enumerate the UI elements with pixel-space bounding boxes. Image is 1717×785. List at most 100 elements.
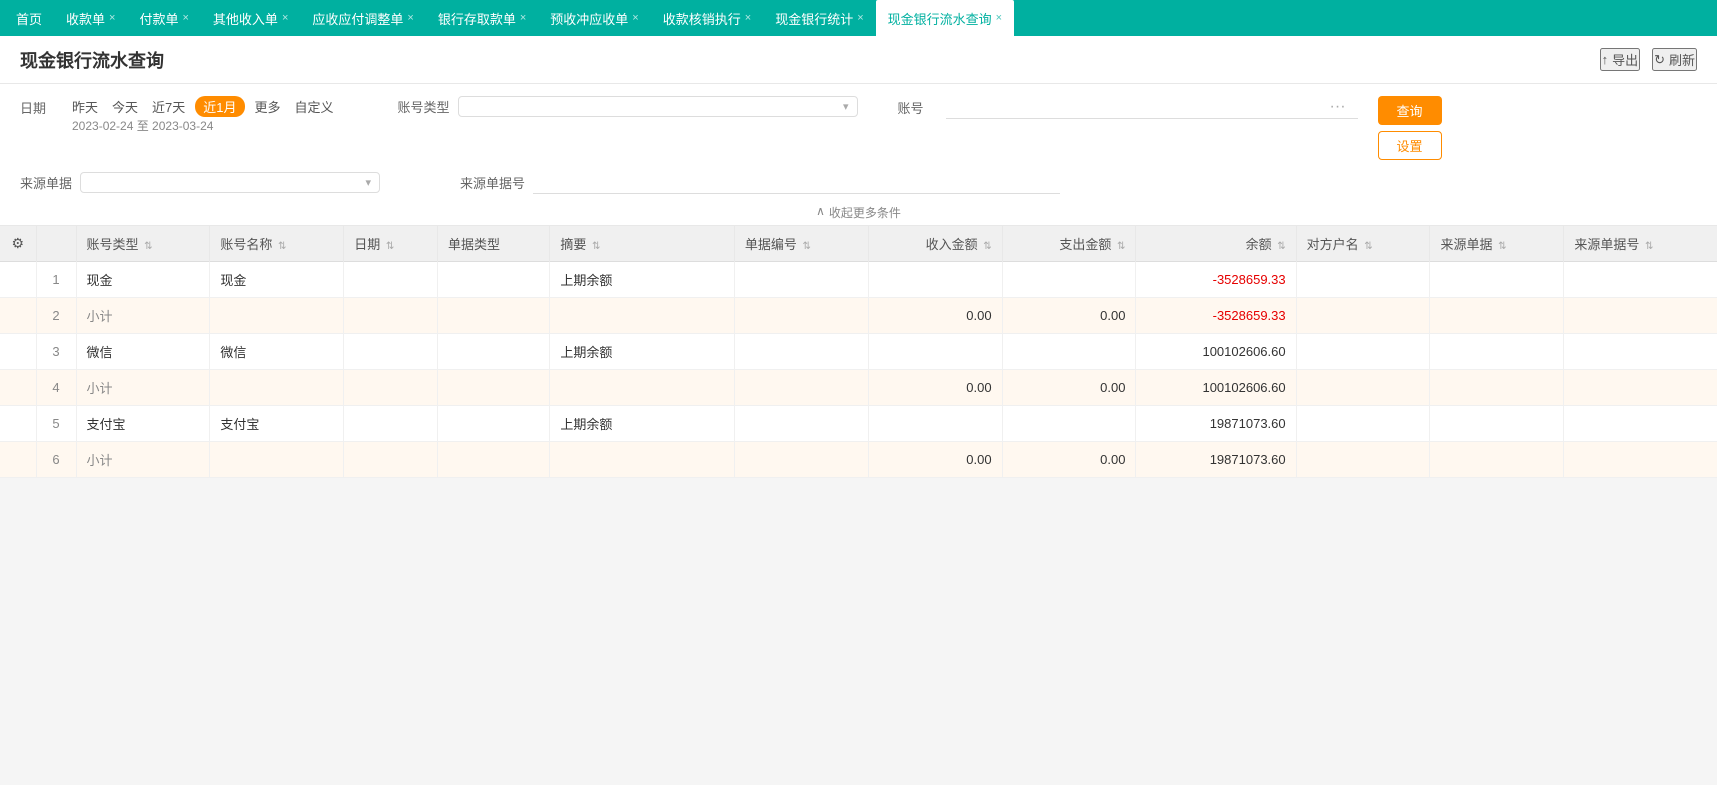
nav-tab-collection-exec-close[interactable]: × bbox=[745, 12, 751, 24]
source-doc-label: 来源单据 bbox=[20, 173, 72, 192]
date-today[interactable]: 今天 bbox=[108, 96, 142, 117]
th-doc-type-label: 单据类型 bbox=[448, 237, 500, 252]
td-index-2: 3 bbox=[36, 334, 76, 370]
table-row[interactable]: 1 现金 现金 上期余额 -3528659.33 bbox=[0, 262, 1717, 298]
th-date-sort-icon[interactable]: ⇅ bbox=[386, 241, 394, 252]
table-row[interactable]: 6 小计 0.00 0.00 19871073.60 bbox=[0, 442, 1717, 478]
td-income-5: 0.00 bbox=[868, 442, 1002, 478]
nav-tab-cash-bank-stat[interactable]: 现金银行统计 × bbox=[763, 0, 875, 36]
nav-tab-home-label: 首页 bbox=[16, 9, 42, 28]
th-source-doc-no: 来源单据号 ⇅ bbox=[1564, 226, 1717, 262]
th-summary-sort-icon[interactable]: ⇅ bbox=[592, 241, 600, 252]
nav-tab-payment[interactable]: 付款单 × bbox=[127, 0, 200, 36]
table-row[interactable]: 3 微信 微信 上期余额 100102606.60 bbox=[0, 334, 1717, 370]
export-button[interactable]: ↑ 导出 bbox=[1600, 48, 1641, 71]
table-header-row: ⚙ 账号类型 ⇅ 账号名称 ⇅ 日期 ⇅ 单据类型 bbox=[0, 226, 1717, 262]
td-date-4 bbox=[344, 406, 438, 442]
account-type-select[interactable]: ▾ bbox=[458, 96, 858, 117]
td-expense-0 bbox=[1002, 262, 1136, 298]
date-yesterday[interactable]: 昨天 bbox=[68, 96, 102, 117]
nav-tab-payment-close[interactable]: × bbox=[182, 12, 188, 24]
td-account-type-4: 支付宝 bbox=[76, 406, 210, 442]
nav-tab-payment-label: 付款单 bbox=[139, 9, 178, 28]
th-source-doc-sort-icon[interactable]: ⇅ bbox=[1498, 241, 1506, 252]
th-date-label: 日期 bbox=[354, 237, 380, 252]
td-settings-4 bbox=[0, 406, 36, 442]
td-account-name-0: 现金 bbox=[210, 262, 344, 298]
gear-icon[interactable]: ⚙ bbox=[11, 235, 24, 251]
nav-tab-cash-bank-stat-close[interactable]: × bbox=[857, 12, 863, 24]
td-income-2 bbox=[868, 334, 1002, 370]
td-source-doc-no-3 bbox=[1564, 370, 1717, 406]
account-dots[interactable]: ··· bbox=[1330, 98, 1346, 116]
table-row[interactable]: 2 小计 0.00 0.00 -3528659.33 bbox=[0, 298, 1717, 334]
source-doc-no-input[interactable] bbox=[533, 170, 1060, 194]
nav-tab-ar-ap-adjust[interactable]: 应收应付调整单 × bbox=[300, 0, 425, 36]
nav-tab-receipt[interactable]: 收款单 × bbox=[54, 0, 127, 36]
nav-tab-bank-deposit[interactable]: 银行存取款单 × bbox=[426, 0, 538, 36]
nav-tab-cash-bank-flow[interactable]: 现金银行流水查询 × bbox=[876, 0, 1014, 36]
th-account-name-sort-icon[interactable]: ⇅ bbox=[278, 241, 286, 252]
refresh-button[interactable]: ↻ 刷新 bbox=[1652, 48, 1697, 71]
th-balance-sort-icon[interactable]: ⇅ bbox=[1277, 241, 1285, 252]
td-doc-type-3 bbox=[438, 370, 550, 406]
nav-tab-other-income-close[interactable]: × bbox=[282, 12, 288, 24]
th-expense-sort-icon[interactable]: ⇅ bbox=[1117, 241, 1125, 252]
nav-tab-collection-exec[interactable]: 收款核销执行 × bbox=[651, 0, 763, 36]
table-row[interactable]: 4 小计 0.00 0.00 100102606.60 bbox=[0, 370, 1717, 406]
td-doc-no-1 bbox=[734, 298, 868, 334]
td-settings-1 bbox=[0, 298, 36, 334]
td-account-type-5: 小计 bbox=[76, 442, 210, 478]
th-source-doc: 来源单据 ⇅ bbox=[1430, 226, 1564, 262]
date-custom[interactable]: 自定义 bbox=[291, 96, 338, 117]
date-7days[interactable]: 近7天 bbox=[148, 96, 189, 117]
page-title: 现金银行流水查询 bbox=[20, 47, 164, 73]
th-source-doc-no-sort-icon[interactable]: ⇅ bbox=[1645, 241, 1653, 252]
nav-tab-advance-offset-close[interactable]: × bbox=[632, 12, 638, 24]
th-balance-label: 余额 bbox=[1246, 237, 1272, 252]
th-account-type-label: 账号类型 bbox=[87, 237, 139, 252]
nav-tab-receipt-label: 收款单 bbox=[66, 9, 105, 28]
account-type-arrow-icon: ▾ bbox=[843, 100, 849, 113]
collapse-bar[interactable]: ∧ 收起更多条件 bbox=[20, 200, 1697, 225]
td-balance-1: -3528659.33 bbox=[1136, 298, 1296, 334]
nav-tab-home[interactable]: 首页 bbox=[4, 0, 54, 36]
td-doc-type-4 bbox=[438, 406, 550, 442]
header-actions: ↑ 导出 ↻ 刷新 bbox=[1600, 48, 1697, 71]
td-income-3: 0.00 bbox=[868, 370, 1002, 406]
nav-tab-cash-bank-flow-close[interactable]: × bbox=[996, 12, 1002, 24]
nav-tab-advance-offset[interactable]: 预收冲应收单 × bbox=[538, 0, 650, 36]
source-doc-select[interactable]: ▾ bbox=[80, 172, 380, 193]
date-more[interactable]: 更多 bbox=[251, 96, 285, 117]
th-doc-no-sort-icon[interactable]: ⇅ bbox=[803, 241, 811, 252]
nav-tab-ar-ap-adjust-close[interactable]: × bbox=[407, 12, 413, 24]
th-income: 收入金额 ⇅ bbox=[868, 226, 1002, 262]
th-income-sort-icon[interactable]: ⇅ bbox=[983, 241, 991, 252]
td-counterparty-2 bbox=[1296, 334, 1430, 370]
nav-tab-receipt-close[interactable]: × bbox=[109, 12, 115, 24]
td-source-doc-2 bbox=[1430, 334, 1564, 370]
nav-tab-advance-offset-label: 预收冲应收单 bbox=[550, 9, 628, 28]
td-account-name-4: 支付宝 bbox=[210, 406, 344, 442]
th-expense: 支出金额 ⇅ bbox=[1002, 226, 1136, 262]
action-buttons: 查询 设置 bbox=[1378, 96, 1442, 160]
nav-tab-other-income[interactable]: 其他收入单 × bbox=[201, 0, 300, 36]
th-account-type-sort-icon[interactable]: ⇅ bbox=[144, 241, 152, 252]
td-counterparty-4 bbox=[1296, 406, 1430, 442]
date-1month[interactable]: 近1月 bbox=[195, 96, 244, 117]
table-row[interactable]: 5 支付宝 支付宝 上期余额 19871073.60 bbox=[0, 406, 1717, 442]
td-income-1: 0.00 bbox=[868, 298, 1002, 334]
nav-tab-bank-deposit-label: 银行存取款单 bbox=[438, 9, 516, 28]
source-doc-no-field[interactable] bbox=[537, 172, 1056, 191]
th-counterparty-sort-icon[interactable]: ⇅ bbox=[1364, 241, 1372, 252]
main-table: ⚙ 账号类型 ⇅ 账号名称 ⇅ 日期 ⇅ 单据类型 bbox=[0, 226, 1717, 478]
settings-button[interactable]: 设置 bbox=[1378, 131, 1442, 160]
th-index bbox=[36, 226, 76, 262]
nav-tab-bank-deposit-close[interactable]: × bbox=[520, 12, 526, 24]
query-button[interactable]: 查询 bbox=[1378, 96, 1442, 125]
td-doc-no-4 bbox=[734, 406, 868, 442]
td-index-4: 5 bbox=[36, 406, 76, 442]
account-input[interactable]: ··· bbox=[946, 96, 1358, 119]
th-account-type: 账号类型 ⇅ bbox=[76, 226, 210, 262]
td-date-1 bbox=[344, 298, 438, 334]
